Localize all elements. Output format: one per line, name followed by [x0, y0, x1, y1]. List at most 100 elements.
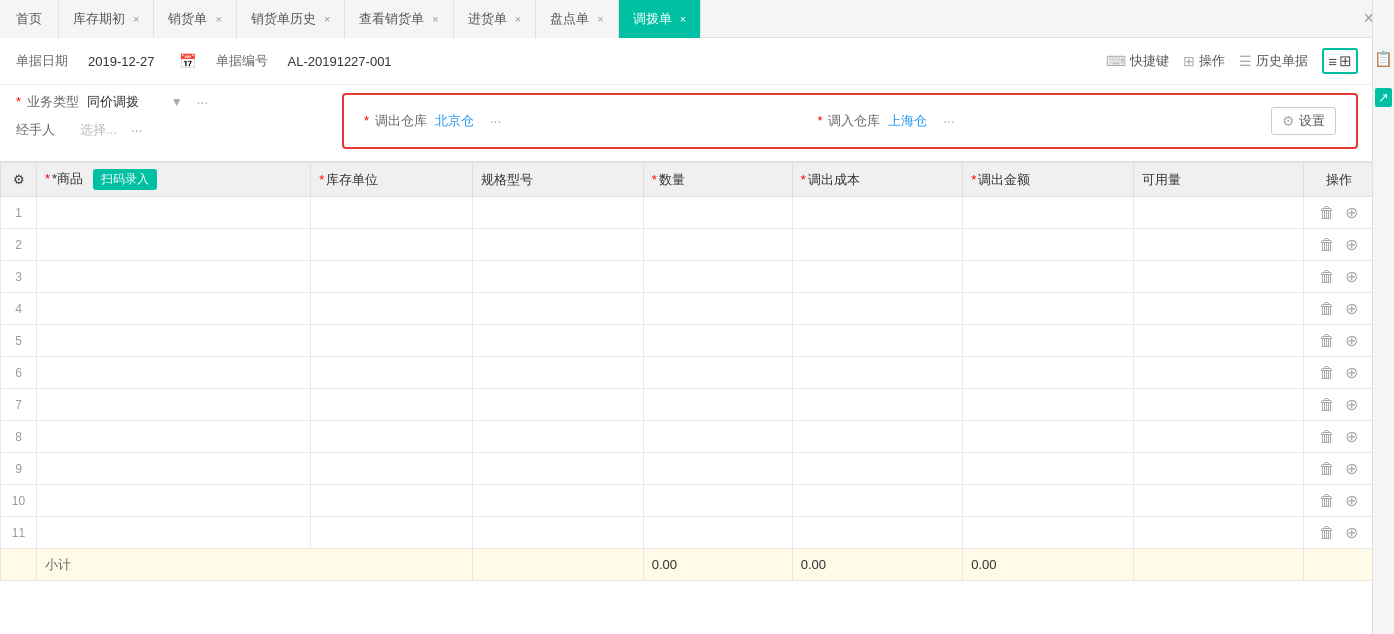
- row-5-spec[interactable]: [473, 325, 643, 357]
- export-icon[interactable]: ↗: [1375, 88, 1392, 107]
- row-10-spec[interactable]: [473, 485, 643, 517]
- row-2-spec[interactable]: [473, 229, 643, 261]
- row-3-unit[interactable]: [311, 261, 473, 293]
- tab-sales-history[interactable]: 销货单历史 ×: [237, 0, 345, 38]
- delete-icon[interactable]: 🗑: [1316, 428, 1338, 445]
- row-5-unit[interactable]: [311, 325, 473, 357]
- delete-icon[interactable]: 🗑: [1316, 332, 1338, 349]
- row-7-unit[interactable]: [311, 389, 473, 421]
- delete-icon[interactable]: 🗑: [1316, 236, 1338, 253]
- row-7-qty[interactable]: [643, 389, 792, 421]
- biz-type-more-icon[interactable]: ···: [197, 94, 209, 110]
- delete-icon[interactable]: 🗑: [1316, 460, 1338, 477]
- row-4-unit[interactable]: [311, 293, 473, 325]
- row-5-amount[interactable]: [963, 325, 1133, 357]
- row-4-amount[interactable]: [963, 293, 1133, 325]
- delete-icon[interactable]: 🗑: [1316, 492, 1338, 509]
- row-8-product[interactable]: [37, 421, 311, 453]
- row-11-amount[interactable]: [963, 517, 1133, 549]
- row-9-product[interactable]: [37, 453, 311, 485]
- row-6-cost[interactable]: [792, 357, 962, 389]
- tab-transfer[interactable]: 调拨单 ×: [619, 0, 701, 38]
- row-10-product[interactable]: [37, 485, 311, 517]
- row-6-qty[interactable]: [643, 357, 792, 389]
- layout-grid-icon[interactable]: ⊞: [1339, 52, 1352, 70]
- row-10-unit[interactable]: [311, 485, 473, 517]
- layout-list-icon[interactable]: ≡: [1328, 53, 1337, 70]
- row-8-amount[interactable]: [963, 421, 1133, 453]
- row-7-product[interactable]: [37, 389, 311, 421]
- handler-more-icon[interactable]: ···: [131, 122, 143, 138]
- copy-icon[interactable]: ⊕: [1342, 524, 1361, 541]
- calendar-icon[interactable]: 📅: [179, 53, 196, 69]
- copy-icon[interactable]: ⊕: [1342, 236, 1361, 253]
- operations-button[interactable]: ⊞ 操作: [1183, 52, 1225, 70]
- row-4-product[interactable]: [37, 293, 311, 325]
- row-1-cost[interactable]: [792, 197, 962, 229]
- delete-icon[interactable]: 🗑: [1316, 396, 1338, 413]
- copy-icon[interactable]: ⊕: [1342, 300, 1361, 317]
- row-2-qty[interactable]: [643, 229, 792, 261]
- biz-type-arrow-icon[interactable]: ▼: [171, 95, 183, 109]
- row-9-spec[interactable]: [473, 453, 643, 485]
- tab-stocktake-close[interactable]: ×: [597, 13, 603, 25]
- tab-view-sales-close[interactable]: ×: [432, 13, 438, 25]
- row-2-unit[interactable]: [311, 229, 473, 261]
- delete-icon[interactable]: 🗑: [1316, 524, 1338, 541]
- out-warehouse-more-icon[interactable]: ···: [490, 113, 502, 129]
- row-1-unit[interactable]: [311, 197, 473, 229]
- delete-icon[interactable]: 🗑: [1316, 364, 1338, 381]
- row-8-unit[interactable]: [311, 421, 473, 453]
- row-3-cost[interactable]: [792, 261, 962, 293]
- history-button[interactable]: ☰ 历史单据: [1239, 52, 1308, 70]
- row-11-cost[interactable]: [792, 517, 962, 549]
- tab-transfer-close[interactable]: ×: [680, 13, 686, 25]
- handler-placeholder[interactable]: 选择...: [80, 121, 117, 139]
- row-7-amount[interactable]: [963, 389, 1133, 421]
- row-7-cost[interactable]: [792, 389, 962, 421]
- row-11-qty[interactable]: [643, 517, 792, 549]
- date-value[interactable]: 2019-12-27: [88, 54, 155, 69]
- tab-inventory-init-close[interactable]: ×: [133, 13, 139, 25]
- row-8-spec[interactable]: [473, 421, 643, 453]
- row-9-qty[interactable]: [643, 453, 792, 485]
- row-5-cost[interactable]: [792, 325, 962, 357]
- tab-sales-history-close[interactable]: ×: [324, 13, 330, 25]
- row-11-unit[interactable]: [311, 517, 473, 549]
- row-6-amount[interactable]: [963, 357, 1133, 389]
- row-9-amount[interactable]: [963, 453, 1133, 485]
- layout-buttons[interactable]: ≡ ⊞: [1322, 48, 1358, 74]
- row-1-product[interactable]: [37, 197, 311, 229]
- shortcuts-button[interactable]: ⌨ 快捷键: [1106, 52, 1169, 70]
- row-4-cost[interactable]: [792, 293, 962, 325]
- tab-view-sales[interactable]: 查看销货单 ×: [345, 0, 453, 38]
- copy-icon[interactable]: ⊕: [1342, 396, 1361, 413]
- row-1-qty[interactable]: [643, 197, 792, 229]
- row-4-qty[interactable]: [643, 293, 792, 325]
- row-5-qty[interactable]: [643, 325, 792, 357]
- table-wrapper[interactable]: ⚙ **商品 扫码录入 *库存单位 规格型号 *数量 *调出成本: [0, 161, 1374, 634]
- in-warehouse-more-icon[interactable]: ···: [943, 113, 955, 129]
- row-2-amount[interactable]: [963, 229, 1133, 261]
- notes-icon[interactable]: 📋: [1374, 50, 1393, 68]
- row-10-cost[interactable]: [792, 485, 962, 517]
- row-3-product[interactable]: [37, 261, 311, 293]
- tab-home[interactable]: 首页: [0, 0, 59, 38]
- copy-icon[interactable]: ⊕: [1342, 492, 1361, 509]
- row-6-spec[interactable]: [473, 357, 643, 389]
- copy-icon[interactable]: ⊕: [1342, 428, 1361, 445]
- row-10-amount[interactable]: [963, 485, 1133, 517]
- row-1-amount[interactable]: [963, 197, 1133, 229]
- row-3-spec[interactable]: [473, 261, 643, 293]
- row-2-cost[interactable]: [792, 229, 962, 261]
- row-5-product[interactable]: [37, 325, 311, 357]
- row-1-spec[interactable]: [473, 197, 643, 229]
- delete-icon[interactable]: 🗑: [1316, 268, 1338, 285]
- tab-sales-order-close[interactable]: ×: [215, 13, 221, 25]
- copy-icon[interactable]: ⊕: [1342, 460, 1361, 477]
- row-2-product[interactable]: [37, 229, 311, 261]
- col-header-gear[interactable]: ⚙: [1, 163, 37, 197]
- tab-inventory-init[interactable]: 库存期初 ×: [59, 0, 154, 38]
- row-11-product[interactable]: [37, 517, 311, 549]
- row-8-cost[interactable]: [792, 421, 962, 453]
